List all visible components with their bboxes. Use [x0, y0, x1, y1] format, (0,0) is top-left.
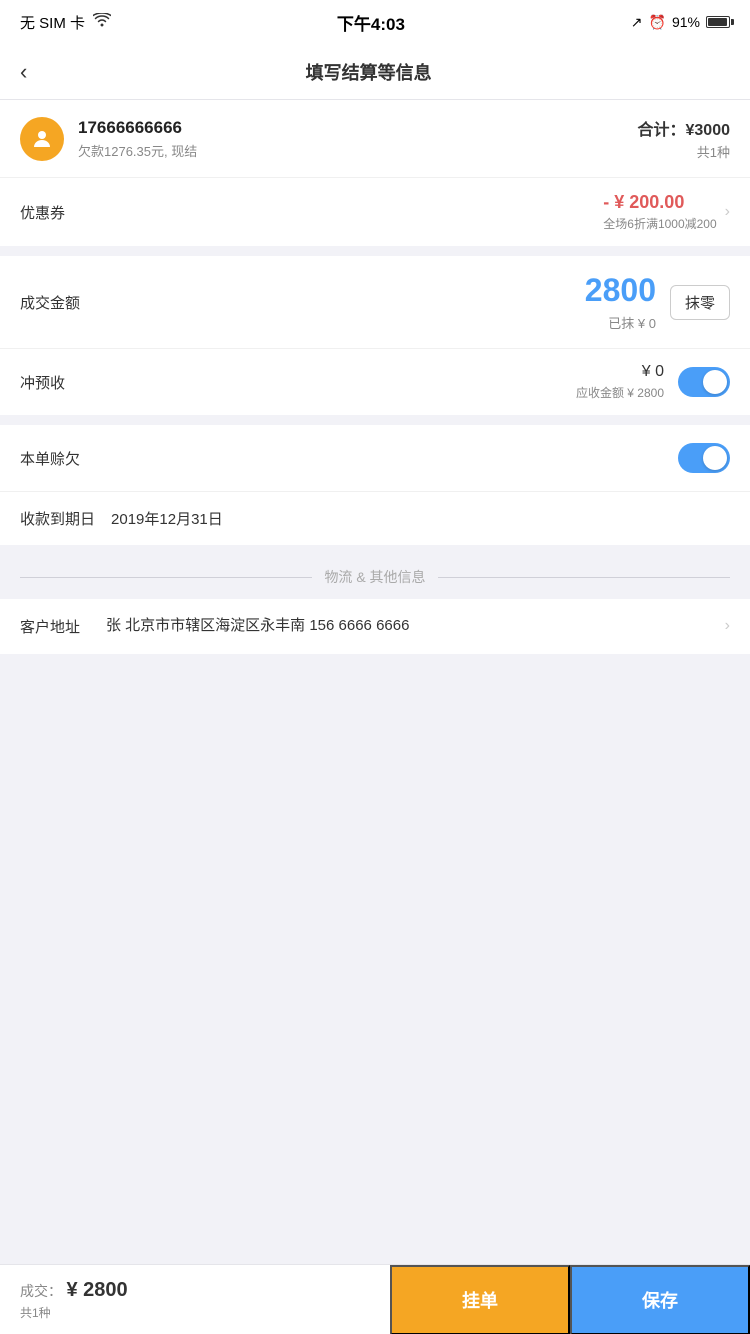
round-zero-button[interactable]: 抹零	[670, 285, 730, 320]
carrier-text: 无 SIM 卡	[20, 12, 85, 33]
address-section: 客户地址 张 北京市市辖区海淀区永丰南 156 6666 6666 ›	[0, 599, 750, 654]
amount-right: 2800 已抹 ¥ 0 抹零	[585, 272, 730, 332]
toggle-knob	[703, 370, 727, 394]
divider-line-left	[20, 577, 312, 578]
coupon-label: 优惠券	[20, 202, 65, 223]
debt-toggle[interactable]	[678, 443, 730, 473]
date-row: 收款到期日 2019年12月31日	[0, 491, 750, 545]
battery-icon	[706, 16, 730, 28]
bottom-count: 共1种	[20, 1304, 370, 1321]
status-time: 下午4:03	[337, 10, 405, 35]
location-icon: ↗	[631, 14, 643, 31]
prepaid-label: 冲预收	[20, 372, 65, 393]
customer-info: 17666666666 欠款1276.35元, 现结	[78, 118, 197, 160]
nav-bar: ‹ 填写结算等信息	[0, 44, 750, 100]
amount-label: 成交金额	[20, 292, 80, 313]
pending-button[interactable]: 挂单	[390, 1265, 570, 1334]
debt-section: 本单赊欠 收款到期日 2019年12月31日	[0, 425, 750, 545]
customer-debt: 欠款1276.35元, 现结	[78, 141, 197, 160]
coupon-row[interactable]: 优惠券 - ¥ 200.00 全场6折满1000减200 ›	[0, 177, 750, 246]
status-left: 无 SIM 卡	[20, 12, 111, 33]
wifi-icon	[93, 13, 111, 31]
status-bar: 无 SIM 卡 下午4:03 ↗ ⏰ 91%	[0, 0, 750, 44]
amount-row: 成交金额 2800 已抹 ¥ 0 抹零	[0, 256, 750, 348]
coupon-amount: - ¥ 200.00	[603, 192, 716, 213]
prepaid-amount: ¥ 0	[576, 363, 664, 381]
debt-row: 本单赊欠	[0, 425, 750, 491]
coupon-right: - ¥ 200.00 全场6折满1000减200 ›	[603, 192, 730, 232]
bottom-trade-line: 成交： ¥ 2800	[20, 1279, 370, 1302]
prepaid-toggle[interactable]	[678, 367, 730, 397]
gray-filler	[0, 664, 750, 1265]
date-value: 2019年12月31日	[111, 508, 223, 529]
coupon-chevron-icon: ›	[725, 203, 730, 221]
total-amount: 合计：¥3000	[638, 116, 731, 140]
customer-phone: 17666666666	[78, 118, 197, 138]
coupon-desc: 全场6折满1000减200	[603, 215, 716, 232]
customer-left: 17666666666 欠款1276.35元, 现结	[20, 117, 197, 161]
debt-label: 本单赊欠	[20, 448, 80, 469]
bottom-summary: 成交： ¥ 2800 共1种	[0, 1279, 390, 1321]
amount-value: 2800	[585, 272, 656, 308]
bottom-trade-amount: ¥ 2800	[66, 1279, 127, 1301]
logistics-divider: 物流 & 其他信息	[0, 555, 750, 599]
status-right: ↗ ⏰ 91%	[631, 14, 730, 31]
prepaid-right: ¥ 0 应收金额 ¥ 2800	[576, 363, 730, 401]
debt-toggle-knob	[703, 446, 727, 470]
save-button[interactable]: 保存	[570, 1265, 750, 1334]
already-rounded: 已抹 ¥ 0	[585, 313, 656, 332]
address-row[interactable]: 客户地址 张 北京市市辖区海淀区永丰南 156 6666 6666 ›	[0, 599, 750, 654]
customer-row: 17666666666 欠款1276.35元, 现结 合计：¥3000 共1种	[0, 100, 750, 177]
battery-percent: 91%	[672, 14, 700, 30]
customer-section: 17666666666 欠款1276.35元, 现结 合计：¥3000 共1种 …	[0, 100, 750, 246]
alarm-icon: ⏰	[649, 14, 666, 31]
back-button[interactable]: ‹	[20, 59, 27, 85]
prepaid-amount-info: ¥ 0 应收金额 ¥ 2800	[576, 363, 664, 401]
bottom-bar: 成交： ¥ 2800 共1种 挂单 保存	[0, 1264, 750, 1334]
avatar	[20, 117, 64, 161]
amount-section: 成交金额 2800 已抹 ¥ 0 抹零 冲预收 ¥ 0 应收金额 ¥ 2800	[0, 256, 750, 415]
prepaid-row: 冲预收 ¥ 0 应收金额 ¥ 2800	[0, 348, 750, 415]
page-title: 填写结算等信息	[47, 59, 690, 85]
prepaid-sub: 应收金额 ¥ 2800	[576, 384, 664, 401]
logistics-label: 物流 & 其他信息	[324, 567, 425, 587]
divider-line-right	[438, 577, 730, 578]
customer-right: 合计：¥3000 共1种	[638, 116, 731, 161]
bottom-trade-label: 成交：	[20, 1283, 62, 1299]
address-chevron-icon: ›	[725, 617, 730, 635]
total-count: 共1种	[638, 142, 731, 161]
address-value: 张 北京市市辖区海淀区永丰南 156 6666 6666	[106, 615, 709, 638]
date-label: 收款到期日	[20, 508, 95, 529]
address-label: 客户地址	[20, 616, 90, 637]
